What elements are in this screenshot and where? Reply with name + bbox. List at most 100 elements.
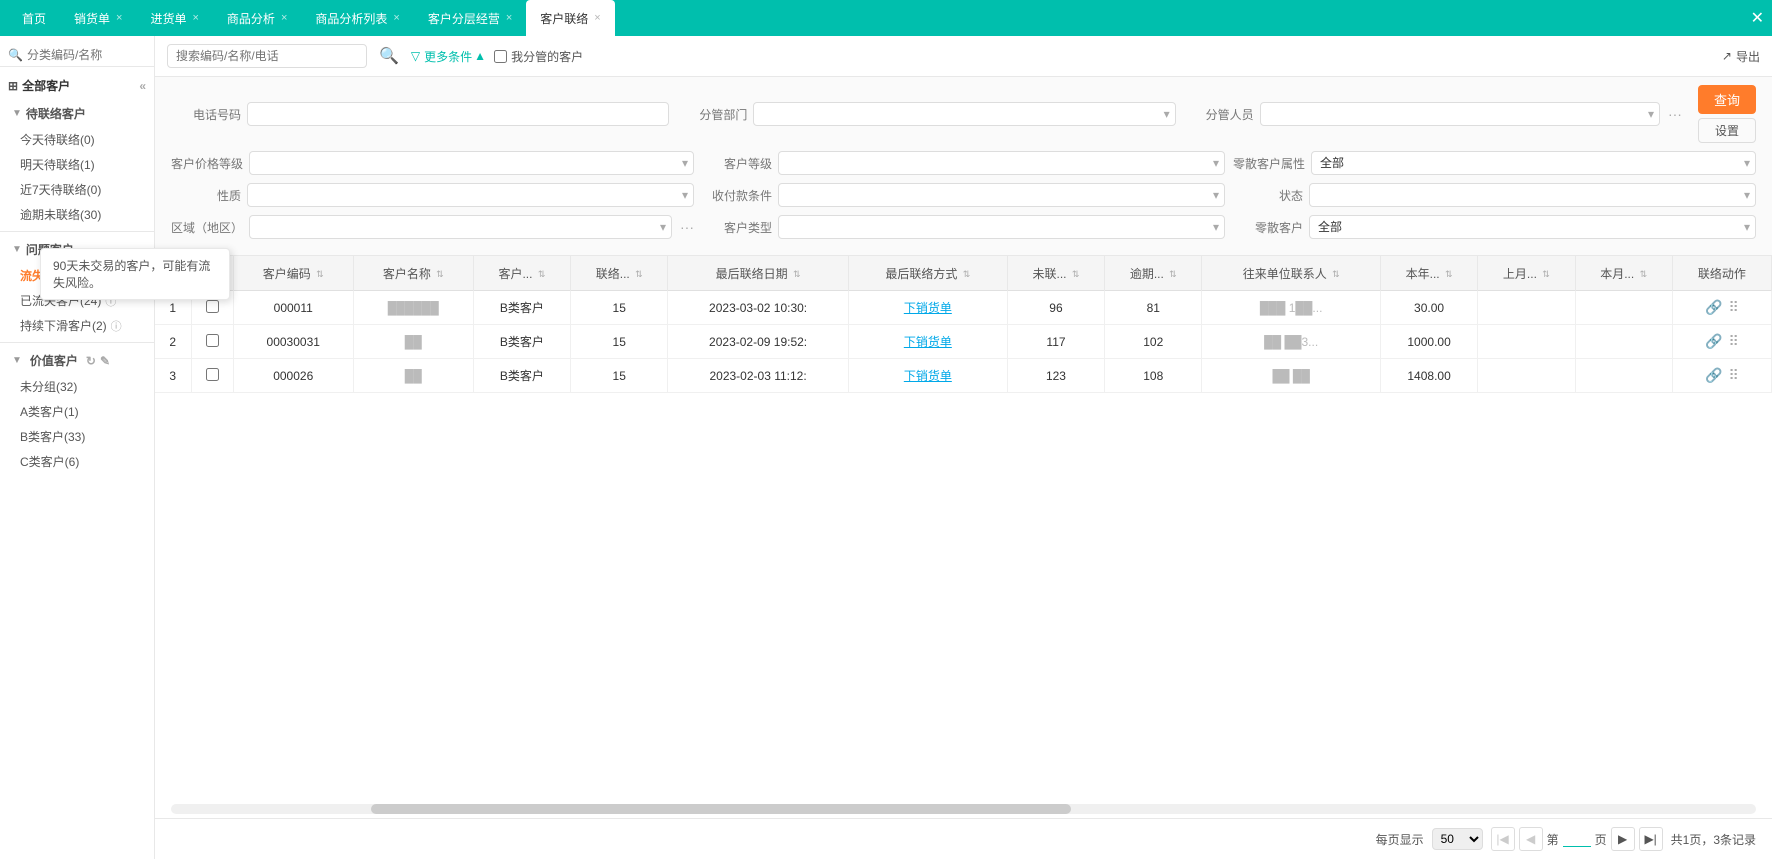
filter-status-label: 状态 (1233, 187, 1303, 204)
export-button[interactable]: ↗ 导出 (1722, 48, 1760, 65)
search-input[interactable] (167, 44, 367, 68)
nav-home[interactable]: 首页 (8, 0, 60, 36)
nav-customer-contact[interactable]: 客户联络 × (526, 0, 614, 36)
th-name: 客户名称 ⇅ (353, 256, 473, 291)
row-checkbox-2[interactable] (206, 368, 219, 381)
last-way-link-1[interactable]: 下销货单 (904, 335, 952, 349)
filter-retail-attr-select[interactable]: 全部 (1311, 151, 1756, 175)
my-customers-checkbox-label[interactable]: 我分管的客户 (494, 48, 583, 65)
edit-icon[interactable]: ✎ (100, 354, 110, 368)
td-type-0: B类客户 (473, 291, 570, 325)
td-date-1: 2023-02-09 19:52: (668, 325, 848, 359)
th-code: 客户编码 ⇅ (233, 256, 353, 291)
td-actions-2: 🔗 ⠿ (1672, 359, 1771, 393)
close-list-icon[interactable]: × (393, 12, 399, 24)
close-analysis-icon[interactable]: × (281, 12, 287, 24)
filter-row-2: 客户价格等级 ▾ 客户等级 ▾ 零散客户属性 (171, 151, 1756, 175)
filter-cust-type-select[interactable] (778, 215, 1225, 239)
filter-dept-select-wrap: ▾ (753, 102, 1175, 126)
td-actions-1: 🔗 ⠿ (1672, 325, 1771, 359)
filter-cust-tier-label: 客户等级 (702, 155, 772, 172)
filter-price-tier-select[interactable] (249, 151, 694, 175)
action-link-icon-2[interactable]: 🔗 (1705, 367, 1722, 384)
sidebar-search-icon: 🔍 (8, 48, 23, 62)
filter-nature-select[interactable] (247, 183, 694, 207)
close-contact-icon[interactable]: × (594, 12, 600, 24)
query-button[interactable]: 查询 (1698, 85, 1756, 114)
sidebar-item-c-class[interactable]: C类客户(6) (0, 449, 154, 474)
nav-product-list[interactable]: 商品分析列表 × (301, 0, 413, 36)
last-page-button[interactable]: ▶| (1639, 827, 1663, 851)
last-way-link-0[interactable]: 下销货单 (904, 301, 952, 315)
filter-payment-wrap: ▾ (778, 183, 1225, 207)
sidebar-item-today[interactable]: 今天待联络(0) (0, 127, 154, 152)
prev-page-button[interactable]: ◀ (1519, 827, 1543, 851)
filter-payment-select[interactable] (778, 183, 1225, 207)
td-no-1: 2 (155, 325, 191, 359)
row-checkbox-1[interactable] (206, 334, 219, 347)
sidebar-item-declining[interactable]: 持续下滑客户(2) ⓘ (0, 313, 154, 338)
filter-phone-input[interactable] (247, 102, 669, 126)
sidebar-item-tomorrow[interactable]: 明天待联络(1) (0, 152, 154, 177)
close-sales-icon[interactable]: × (116, 12, 122, 24)
sidebar-search-wrap: 🔍 (0, 44, 154, 67)
sidebar-group-value[interactable]: ▼ 价值客户 ↻ ✎ (0, 347, 154, 374)
last-way-link-2[interactable]: 下销货单 (904, 369, 952, 383)
action-menu-icon-0[interactable]: ⠿ (1728, 299, 1738, 316)
nav-customer-tier[interactable]: 客户分层经营 × (414, 0, 526, 36)
sidebar-all-customers[interactable]: ⊞ 全部客户 « (0, 71, 154, 100)
nav-product-analysis[interactable]: 商品分析 × (213, 0, 301, 36)
arrow-down-icon-3: ▼ (12, 355, 22, 366)
td-tmonth-1 (1575, 325, 1672, 359)
sidebar-item-ungrouped[interactable]: 未分组(32) (0, 374, 154, 399)
nav-sales[interactable]: 销货单 × (60, 0, 136, 36)
filter-status-select[interactable] (1309, 183, 1756, 207)
action-link-icon-1[interactable]: 🔗 (1705, 333, 1722, 350)
action-menu-icon-2[interactable]: ⠿ (1728, 367, 1738, 384)
th-unit-contact: 往来单位联系人 ⇅ (1202, 256, 1381, 291)
filter-retail-cust-select[interactable]: 全部 (1309, 215, 1756, 239)
filter-region-label: 区域（地区） (171, 219, 243, 236)
manager-more-button[interactable]: ··· (1668, 106, 1682, 122)
filter-phone-label: 电话号码 (171, 106, 241, 123)
sidebar-search-input[interactable] (27, 48, 146, 62)
more-conditions-button[interactable]: ▽ 更多条件 ▲ (411, 48, 486, 65)
close-purchase-icon[interactable]: × (192, 12, 198, 24)
scrollbar-thumb[interactable] (371, 804, 1071, 814)
sidebar-item-a-class[interactable]: A类客户(1) (0, 399, 154, 424)
td-code-2: 000026 (233, 359, 353, 393)
filter-cust-tier-select[interactable] (778, 151, 1225, 175)
sidebar-group-pending[interactable]: ▼ 待联络客户 (0, 100, 154, 127)
window-close-icon[interactable]: ✕ (1751, 8, 1764, 28)
sidebar-item-7days[interactable]: 近7天待联络(0) (0, 177, 154, 202)
filter-manager-select[interactable] (1260, 102, 1660, 126)
settings-button[interactable]: 设置 (1698, 118, 1756, 143)
page-number-input[interactable]: 1 (1563, 832, 1591, 847)
my-customers-checkbox[interactable] (494, 50, 507, 63)
per-page-select[interactable]: 50 20 100 (1432, 828, 1483, 850)
region-more-button[interactable]: ··· (680, 219, 694, 235)
action-link-icon-0[interactable]: 🔗 (1705, 299, 1722, 316)
action-menu-icon-1[interactable]: ⠿ (1728, 333, 1738, 350)
nav-purchase[interactable]: 进货单 × (136, 0, 212, 36)
main-layout: 🔍 ⊞ 全部客户 « ▼ 待联络客户 今天待联络(0) 明天待联络(1) 近7天… (0, 36, 1772, 859)
first-page-button[interactable]: |◀ (1491, 827, 1515, 851)
arrow-down-icon-2: ▼ (12, 244, 22, 255)
filter-region-select[interactable] (249, 215, 672, 239)
horizontal-scrollbar[interactable] (171, 804, 1756, 814)
td-contact-0: 15 (571, 291, 668, 325)
sidebar: 🔍 ⊞ 全部客户 « ▼ 待联络客户 今天待联络(0) 明天待联络(1) 近7天… (0, 36, 155, 859)
filter-row-3: 性质 ▾ 收付款条件 ▾ 状态 (171, 183, 1756, 207)
row-checkbox-0[interactable] (206, 300, 219, 313)
td-lmonth-0 (1478, 291, 1575, 325)
td-type-1: B类客户 (473, 325, 570, 359)
search-button[interactable]: 🔍 (375, 46, 403, 66)
next-page-button[interactable]: ▶ (1611, 827, 1635, 851)
close-tier-icon[interactable]: × (506, 12, 512, 24)
filter-cust-tier: 客户等级 ▾ (702, 151, 1225, 175)
sidebar-item-b-class[interactable]: B类客户(33) (0, 424, 154, 449)
filter-retail-cust-wrap: 全部 ▾ (1309, 215, 1756, 239)
refresh-icon[interactable]: ↻ (86, 354, 96, 368)
filter-dept-select[interactable] (753, 102, 1175, 126)
sidebar-item-overdue[interactable]: 逾期未联络(30) (0, 202, 154, 227)
